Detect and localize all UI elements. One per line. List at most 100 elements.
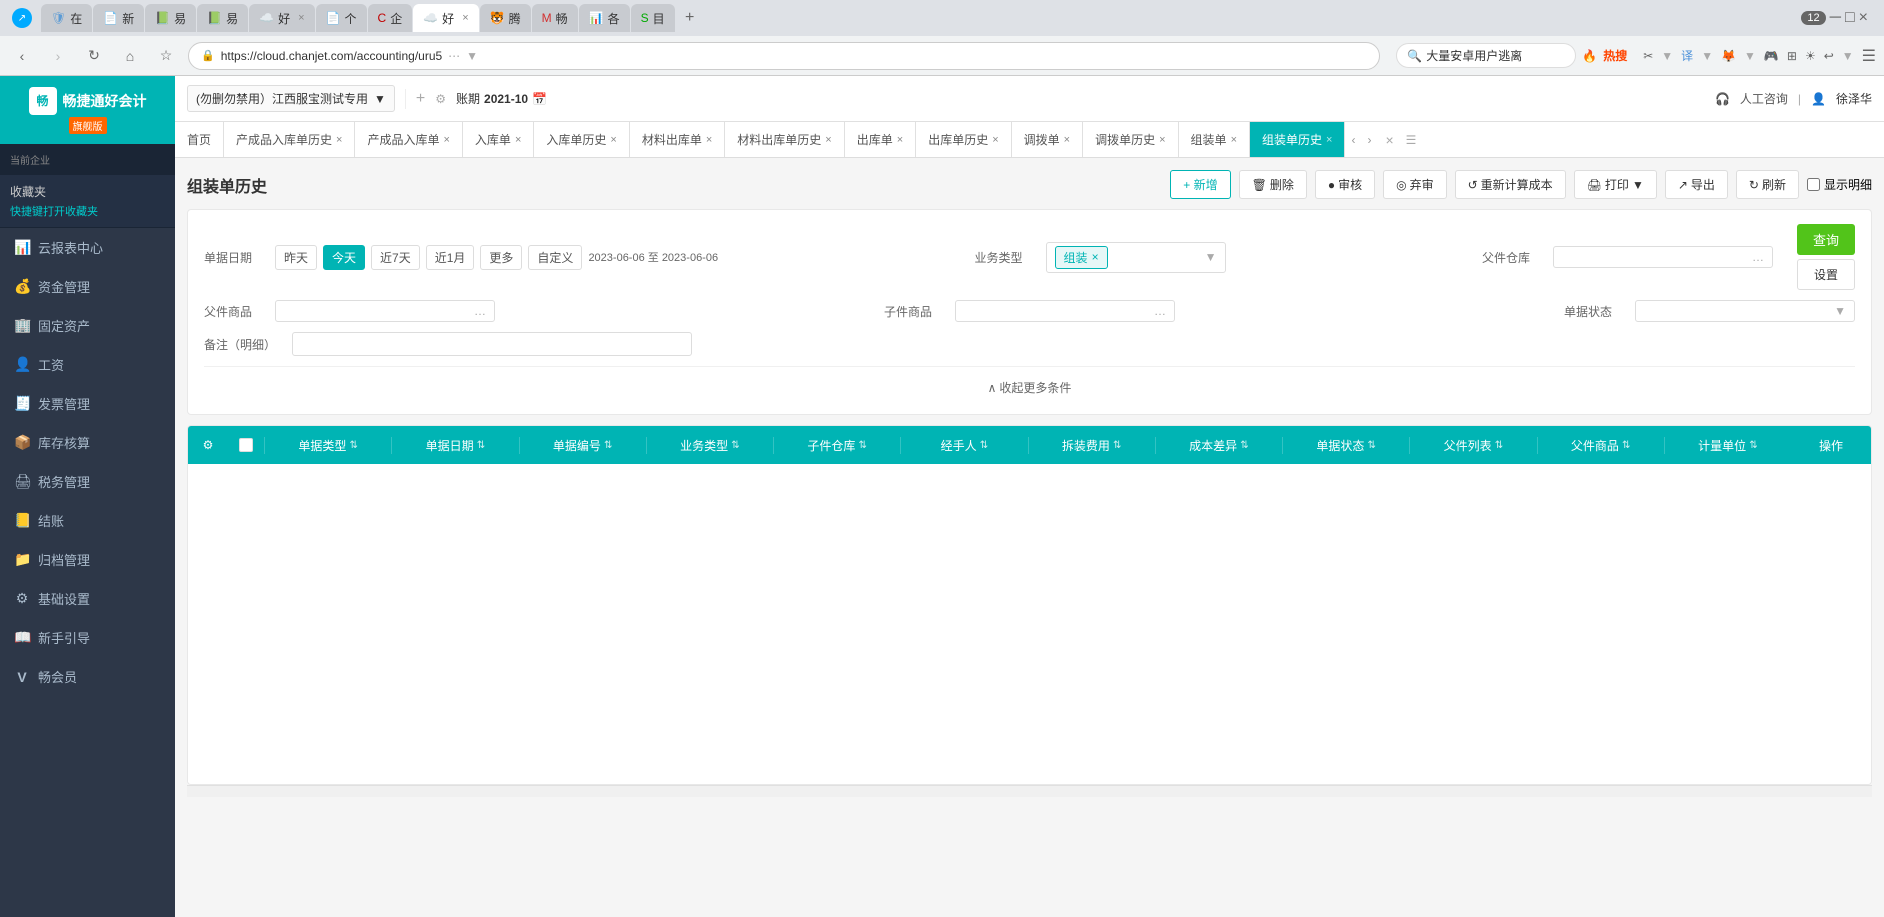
- th-settings[interactable]: ⚙: [188, 438, 228, 452]
- close-tab-material-out-history[interactable]: ×: [825, 134, 831, 146]
- th-disassemble-fee[interactable]: 拆装费用 ⇅: [1028, 437, 1155, 454]
- browser-search[interactable]: 🔍 大量安卓用户逃离: [1396, 43, 1576, 68]
- th-parent-list[interactable]: 父件列表 ⇅: [1409, 437, 1536, 454]
- nav-tab-out-history[interactable]: 出库单历史 ×: [916, 122, 1011, 158]
- display-toggle[interactable]: 显示明细: [1807, 176, 1872, 193]
- order-status-dropdown[interactable]: ▼: [1834, 304, 1846, 318]
- settings-gear-icon[interactable]: ⚙: [435, 92, 446, 106]
- collapse-btn[interactable]: ∧ 收起更多条件: [204, 375, 1855, 400]
- th-business-type[interactable]: 业务类型 ⇅: [646, 437, 773, 454]
- sidebar-item-member[interactable]: V 畅会员: [0, 657, 175, 696]
- parent-warehouse-input[interactable]: …: [1553, 246, 1773, 268]
- business-type-remove[interactable]: ×: [1092, 250, 1099, 264]
- nav-tab-home[interactable]: 首页: [175, 122, 224, 158]
- parent-product-input[interactable]: …: [275, 300, 495, 322]
- game-icon[interactable]: 🎮: [1764, 49, 1779, 63]
- horizontal-scrollbar[interactable]: [187, 785, 1872, 797]
- parent-product-more[interactable]: …: [474, 304, 486, 318]
- parent-warehouse-more[interactable]: …: [1752, 250, 1764, 264]
- browser-tab-11[interactable]: S目: [631, 4, 675, 32]
- nav-tab-transfer[interactable]: 调拨单 ×: [1012, 122, 1083, 158]
- sun-icon[interactable]: ☀: [1805, 49, 1816, 63]
- nav-tab-production-in-history[interactable]: 产成品入库单历史 ×: [224, 122, 355, 158]
- th-order-status[interactable]: 单据状态 ⇅: [1282, 437, 1409, 454]
- translate-icon[interactable]: 译: [1681, 47, 1693, 64]
- child-product-input[interactable]: …: [955, 300, 1175, 322]
- browser-tab-7[interactable]: ☁️好×: [413, 4, 478, 32]
- notes-input[interactable]: [292, 332, 692, 356]
- browser-tab-5[interactable]: 📄个: [316, 4, 367, 32]
- close-tab-assembly-history[interactable]: ×: [1326, 134, 1332, 146]
- browser-close[interactable]: ×: [1859, 9, 1868, 27]
- nav-home[interactable]: ⌂: [116, 42, 144, 70]
- th-handler[interactable]: 经手人 ⇅: [900, 437, 1027, 454]
- browser-restore[interactable]: □: [1845, 9, 1855, 27]
- export-button[interactable]: ↗ 导出: [1665, 170, 1728, 199]
- date-btn-more[interactable]: 更多: [480, 245, 522, 270]
- nav-tab-assembly-history[interactable]: 组装单历史 ×: [1250, 122, 1345, 158]
- settings-button[interactable]: 设置: [1797, 259, 1855, 290]
- browser-minimize[interactable]: ─: [1830, 9, 1841, 27]
- sidebar-item-close[interactable]: 📒 结账: [0, 501, 175, 540]
- browser-tab-9[interactable]: M畅: [532, 4, 578, 32]
- close-tab-transfer[interactable]: ×: [1064, 134, 1070, 146]
- nav-tab-in-history[interactable]: 入库单历史 ×: [534, 122, 629, 158]
- browser-tab-6[interactable]: C企: [368, 4, 413, 32]
- close-tab-material-out[interactable]: ×: [706, 134, 712, 146]
- add-button[interactable]: + 新增: [1170, 170, 1230, 199]
- date-btn-today[interactable]: 今天: [323, 245, 365, 270]
- logo[interactable]: 畅 畅捷通好会计 旗舰版: [0, 76, 175, 144]
- menu-icon[interactable]: ☰: [1862, 46, 1876, 66]
- nav-tab-material-out-history[interactable]: 材料出库单历史 ×: [725, 122, 844, 158]
- tab-options[interactable]: ☰: [1402, 133, 1421, 147]
- add-company-btn[interactable]: +: [416, 90, 425, 108]
- close-tab-in-history[interactable]: ×: [610, 134, 616, 146]
- nav-bookmark[interactable]: ☆: [152, 42, 180, 70]
- new-tab-button[interactable]: +: [676, 4, 704, 32]
- company-selector[interactable]: (勿删勿禁用）江西服宝测试专用 ▼: [187, 85, 395, 112]
- grid-icon[interactable]: ⊞: [1787, 49, 1797, 63]
- scissors-icon[interactable]: ✂: [1643, 49, 1653, 63]
- refresh-button[interactable]: ↻ 刷新: [1736, 170, 1799, 199]
- audit-button[interactable]: ● 审核: [1315, 170, 1375, 199]
- nav-tab-assembly[interactable]: 组装单 ×: [1179, 122, 1250, 158]
- sidebar-item-reports[interactable]: 📊 云报表中心: [0, 228, 175, 267]
- th-order-type[interactable]: 单据类型 ⇅: [264, 437, 391, 454]
- th-unit[interactable]: 计量单位 ⇅: [1664, 437, 1791, 454]
- child-product-more[interactable]: …: [1154, 304, 1166, 318]
- browser-tab-1[interactable]: 📄新: [93, 4, 144, 32]
- sidebar-item-settings[interactable]: ⚙ 基础设置: [0, 579, 175, 618]
- sidebar-item-funds[interactable]: 💰 资金管理: [0, 267, 175, 306]
- browser-tab-2[interactable]: 📗易: [145, 4, 196, 32]
- close-tab-assembly[interactable]: ×: [1231, 134, 1237, 146]
- browser-tab-3[interactable]: 📗易: [197, 4, 248, 32]
- nav-back[interactable]: ‹: [8, 42, 36, 70]
- delete-button[interactable]: 🗑 删除: [1239, 170, 1307, 199]
- close-tab-production-in[interactable]: ×: [443, 134, 449, 146]
- th-parent-product[interactable]: 父件商品 ⇅: [1537, 437, 1664, 454]
- close-tab-production-in-history[interactable]: ×: [336, 134, 342, 146]
- sidebar-item-payroll[interactable]: 👤 工资: [0, 345, 175, 384]
- undo-icon[interactable]: ↩: [1824, 49, 1834, 63]
- date-btn-yesterday[interactable]: 昨天: [275, 245, 317, 270]
- nav-refresh[interactable]: ↻: [80, 42, 108, 70]
- url-bar[interactable]: 🔒 https://cloud.chanjet.com/accounting/u…: [188, 42, 1380, 70]
- date-btn-7days[interactable]: 近7天: [371, 245, 420, 270]
- sidebar-item-tax[interactable]: 🖨 税务管理: [0, 462, 175, 501]
- th-checkbox[interactable]: [228, 438, 264, 452]
- order-status-input[interactable]: ▼: [1635, 300, 1855, 322]
- sidebar-item-assets[interactable]: 🏢 固定资产: [0, 306, 175, 345]
- nav-tab-material-out[interactable]: 材料出库单 ×: [630, 122, 725, 158]
- th-order-no[interactable]: 单据编号 ⇅: [519, 437, 646, 454]
- nav-scroll-right[interactable]: ›: [1361, 133, 1377, 147]
- close-tab-transfer-history[interactable]: ×: [1159, 134, 1165, 146]
- sidebar-item-archive[interactable]: 📁 归档管理: [0, 540, 175, 579]
- browser-tab-8[interactable]: 🐯腾: [480, 4, 531, 32]
- favorites-link[interactable]: 快捷键打开收藏夹: [10, 203, 165, 219]
- nav-tab-out-order[interactable]: 出库单 ×: [845, 122, 916, 158]
- nav-tab-in-order[interactable]: 入库单 ×: [463, 122, 534, 158]
- sidebar-item-invoice[interactable]: 🧾 发票管理: [0, 384, 175, 423]
- recalculate-button[interactable]: ↺ 重新计算成本: [1455, 170, 1566, 199]
- th-child-warehouse[interactable]: 子件仓库 ⇅: [773, 437, 900, 454]
- query-button[interactable]: 查询: [1797, 224, 1855, 255]
